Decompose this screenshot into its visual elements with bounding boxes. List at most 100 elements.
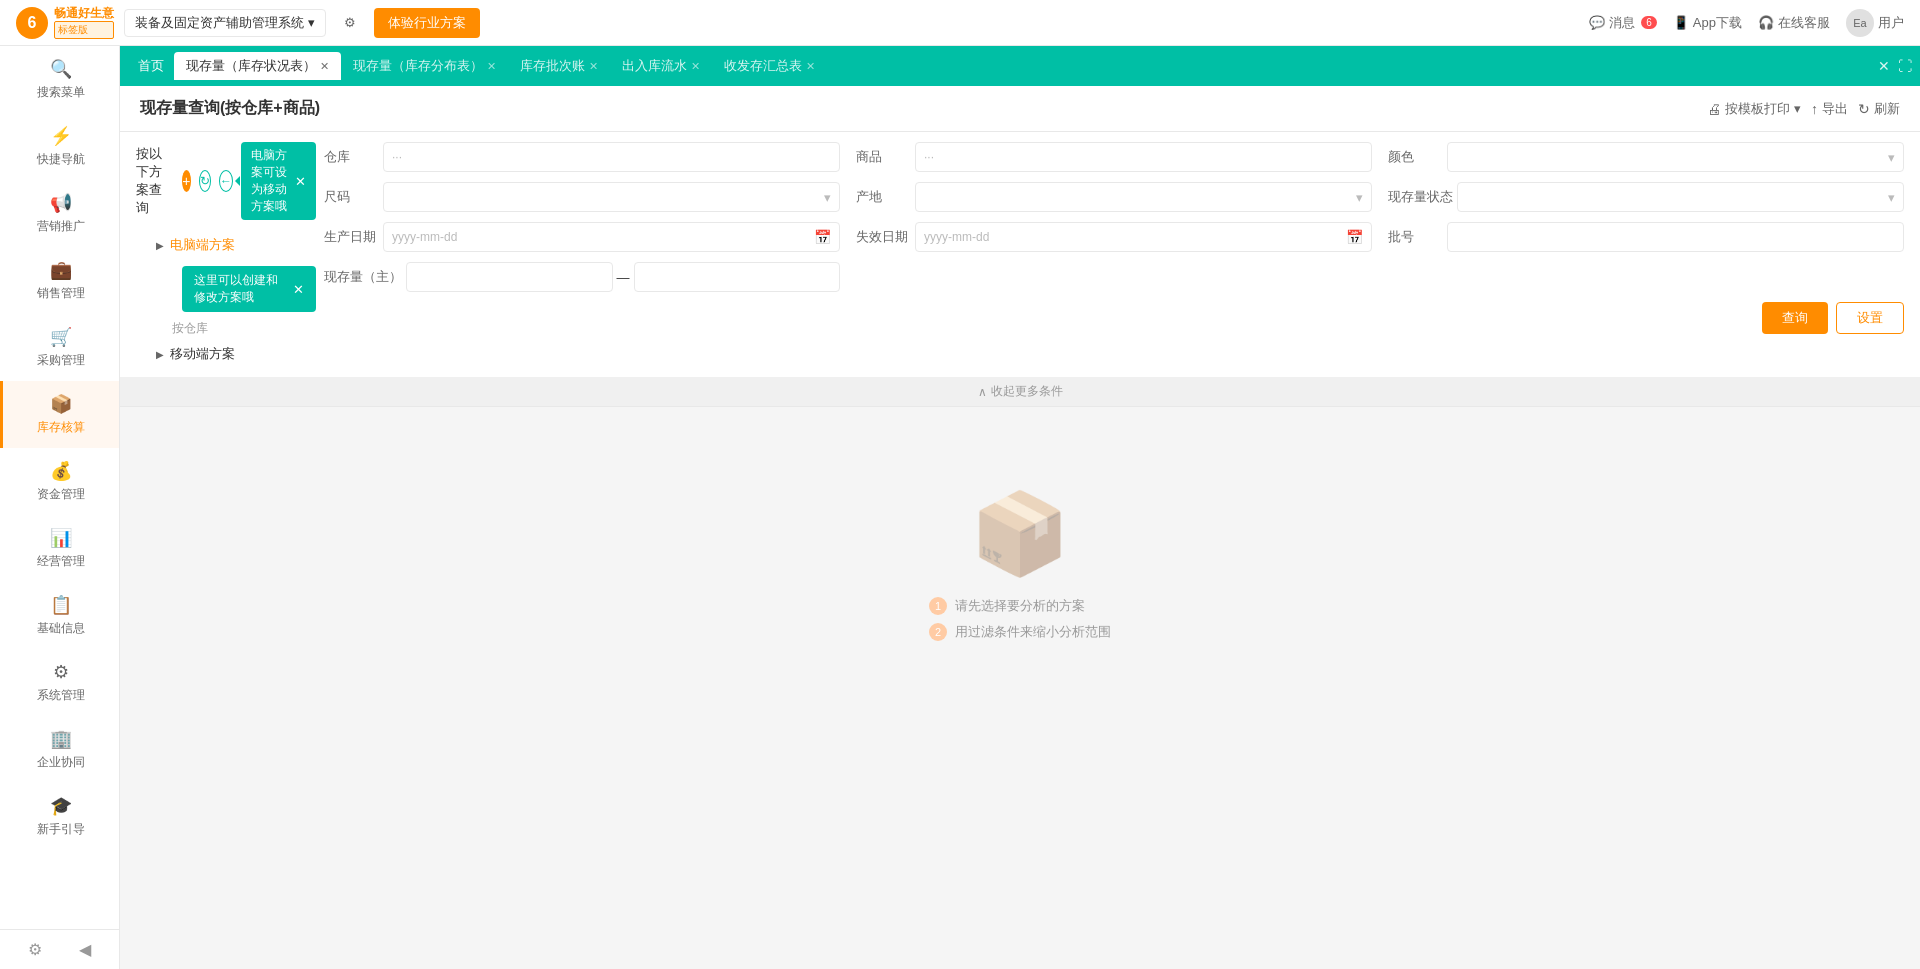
produce-date-input[interactable]: yyyy-mm-dd 📅 (383, 222, 840, 252)
color-select[interactable]: ▾ (1447, 142, 1904, 172)
collapse-label: 收起更多条件 (991, 383, 1063, 400)
header-left: 6 畅通好生意 标签版 装备及固定资产辅助管理系统 ▾ ⚙ 体验行业方案 (16, 6, 480, 40)
tab-close-summary[interactable]: ✕ (806, 60, 815, 73)
sidebar-item-inventory[interactable]: 📦 库存核算 (0, 381, 119, 448)
filter-back-button[interactable]: ← (219, 170, 233, 192)
sidebar-item-search-menu[interactable]: 🔍 搜索菜单 (0, 46, 119, 113)
sidebar-item-label: 基础信息 (37, 620, 85, 637)
message-badge: 6 (1641, 16, 1657, 29)
sidebar-item-label: 资金管理 (37, 486, 85, 503)
filter-add-button[interactable]: + (182, 170, 191, 192)
content-area: 首页 现存量（库存状况表） ✕ 现存量（库存分布表） ✕ 库存批次账 ✕ 出入库… (120, 46, 1920, 969)
expire-date-field: 失效日期 yyyy-mm-dd 📅 (856, 222, 1372, 252)
scheme-tree: ▶ 电脑端方案 这里可以创建和修改方案哦 ✕ 按仓 (136, 232, 316, 367)
calendar-icon[interactable]: 📅 (814, 229, 831, 245)
origin-select[interactable]: ▾ (915, 182, 1372, 212)
collapse-up-icon: ∧ (978, 385, 987, 399)
sidebar-item-system[interactable]: ⚙ 系统管理 (0, 649, 119, 716)
sidebar-item-basic[interactable]: 📋 基础信息 (0, 582, 119, 649)
sidebar-item-quick-nav[interactable]: ⚡ 快捷导航 (0, 113, 119, 180)
tooltip-close-button[interactable]: ✕ (295, 174, 306, 189)
sidebar-item-finance[interactable]: 💰 资金管理 (0, 448, 119, 515)
empty-tips: 1 请先选择要分析的方案 2 用过滤条件来缩小分析范围 (929, 597, 1111, 641)
expire-date-placeholder: yyyy-mm-dd (924, 230, 989, 244)
sidebar-item-label: 库存核算 (37, 419, 85, 436)
tab-close-inout[interactable]: ✕ (691, 60, 700, 73)
tab-stock-dist[interactable]: 现存量（库存分布表） ✕ (341, 52, 508, 80)
online-service-action[interactable]: 🎧 在线客服 (1758, 14, 1830, 32)
size-select[interactable]: ▾ (383, 182, 840, 212)
scheme-node-pc[interactable]: ▶ 电脑端方案 (156, 232, 316, 258)
settings-button[interactable]: ⚙ (336, 9, 364, 37)
tab-close-batch[interactable]: ✕ (589, 60, 598, 73)
message-label: 消息 (1609, 14, 1635, 32)
filter-top: 按以下方案查询 + ↻ ← 电脑方案可设为移动方案哦 ✕ (120, 132, 1920, 377)
logo-area: 6 畅通好生意 标签版 (16, 6, 114, 40)
tooltip-scheme-edit: 这里可以创建和修改方案哦 ✕ (182, 266, 316, 312)
scheme-node-mobile[interactable]: ▶ 移动端方案 (156, 341, 316, 367)
tab-batch[interactable]: 库存批次账 ✕ (508, 52, 610, 80)
user-action[interactable]: Ea 用户 (1846, 9, 1904, 37)
tab-home[interactable]: 首页 (128, 57, 174, 75)
sidebar-item-guide[interactable]: 🎓 新手引导 (0, 783, 119, 850)
sidebar-item-label: 采购管理 (37, 352, 85, 369)
purchase-icon: 🛒 (50, 326, 72, 348)
operations-icon: 📊 (50, 527, 72, 549)
sales-icon: 💼 (50, 259, 72, 281)
tab-inout[interactable]: 出入库流水 ✕ (610, 52, 712, 80)
size-field: 尺码 ▾ (324, 182, 840, 212)
tip-num-2: 2 (929, 623, 947, 641)
goods-input[interactable]: ··· (915, 142, 1372, 172)
page-title-bar: 现存量查询(按仓库+商品) 🖨 按模板打印 ▾ ↑ 导出 ↻ 刷新 (120, 86, 1920, 132)
search-button[interactable]: 查询 (1762, 302, 1828, 334)
refresh-button[interactable]: ↻ 刷新 (1858, 100, 1900, 118)
top-header: 6 畅通好生意 标签版 装备及固定资产辅助管理系统 ▾ ⚙ 体验行业方案 💬 消… (0, 0, 1920, 46)
warehouse-input[interactable]: ··· (383, 142, 840, 172)
sidebar-item-marketing[interactable]: 📢 营销推广 (0, 180, 119, 247)
app-download-action[interactable]: 📱 App下载 (1673, 14, 1742, 32)
calendar-icon-2[interactable]: 📅 (1346, 229, 1363, 245)
sidebar-item-enterprise[interactable]: 🏢 企业协同 (0, 716, 119, 783)
batch-input[interactable] (1447, 222, 1904, 252)
stock-status-select[interactable]: ▾ (1457, 182, 1904, 212)
print-icon: 🖨 (1707, 101, 1721, 117)
sidebar-item-purchase[interactable]: 🛒 采购管理 (0, 314, 119, 381)
sidebar-settings-button[interactable]: ⚙ (28, 940, 42, 959)
expire-date-input[interactable]: yyyy-mm-dd 📅 (915, 222, 1372, 252)
stock-amount-max-input[interactable] (634, 262, 841, 292)
print-label: 按模板打印 (1725, 100, 1790, 118)
trial-button[interactable]: 体验行业方案 (374, 8, 480, 38)
basic-icon: 📋 (50, 594, 72, 616)
export-label: 导出 (1822, 100, 1848, 118)
collapse-bar[interactable]: ∧ 收起更多条件 (120, 377, 1920, 406)
service-icon: 🎧 (1758, 15, 1774, 30)
chevron-down-icon: ▾ (308, 15, 315, 30)
empty-tip-1: 1 请先选择要分析的方案 (929, 597, 1111, 615)
tab-summary[interactable]: 收发存汇总表 ✕ (712, 52, 827, 80)
sidebar-item-label: 经营管理 (37, 553, 85, 570)
sidebar-item-operations[interactable]: 📊 经营管理 (0, 515, 119, 582)
system-select[interactable]: 装备及固定资产辅助管理系统 ▾ (124, 9, 326, 37)
tab-close-stock-status[interactable]: ✕ (320, 60, 329, 73)
setting-button[interactable]: 设置 (1836, 302, 1904, 334)
message-action[interactable]: 💬 消息 6 (1589, 14, 1657, 32)
export-button[interactable]: ↑ 导出 (1811, 100, 1848, 118)
sidebar-item-sales[interactable]: 💼 销售管理 (0, 247, 119, 314)
tab-close-all-button[interactable]: ✕ (1878, 58, 1890, 74)
tooltip2-close-button[interactable]: ✕ (293, 282, 304, 297)
avatar: Ea (1846, 9, 1874, 37)
filter-refresh-button[interactable]: ↻ (199, 170, 211, 192)
sidebar: 🔍 搜索菜单 ⚡ 快捷导航 📢 营销推广 💼 销售管理 🛒 采购管理 📦 库存核… (0, 46, 120, 969)
tab-close-stock-dist[interactable]: ✕ (487, 60, 496, 73)
print-template-button[interactable]: 🖨 按模板打印 ▾ (1707, 100, 1801, 118)
tab-fullscreen-button[interactable]: ⛶ (1898, 58, 1912, 74)
sidebar-collapse-button[interactable]: ◀ (79, 940, 91, 959)
stock-amount-min-input[interactable] (406, 262, 613, 292)
batch-field: 批号 (1388, 222, 1904, 252)
stock-status-label: 现存量状态 (1388, 188, 1453, 206)
page-title-actions: 🖨 按模板打印 ▾ ↑ 导出 ↻ 刷新 (1707, 100, 1900, 118)
logo-text: 畅通好生意 (54, 6, 114, 22)
export-icon: ↑ (1811, 101, 1818, 117)
chevron-down-icon: ▾ (1356, 190, 1363, 205)
tab-stock-status[interactable]: 现存量（库存状况表） ✕ (174, 52, 341, 80)
